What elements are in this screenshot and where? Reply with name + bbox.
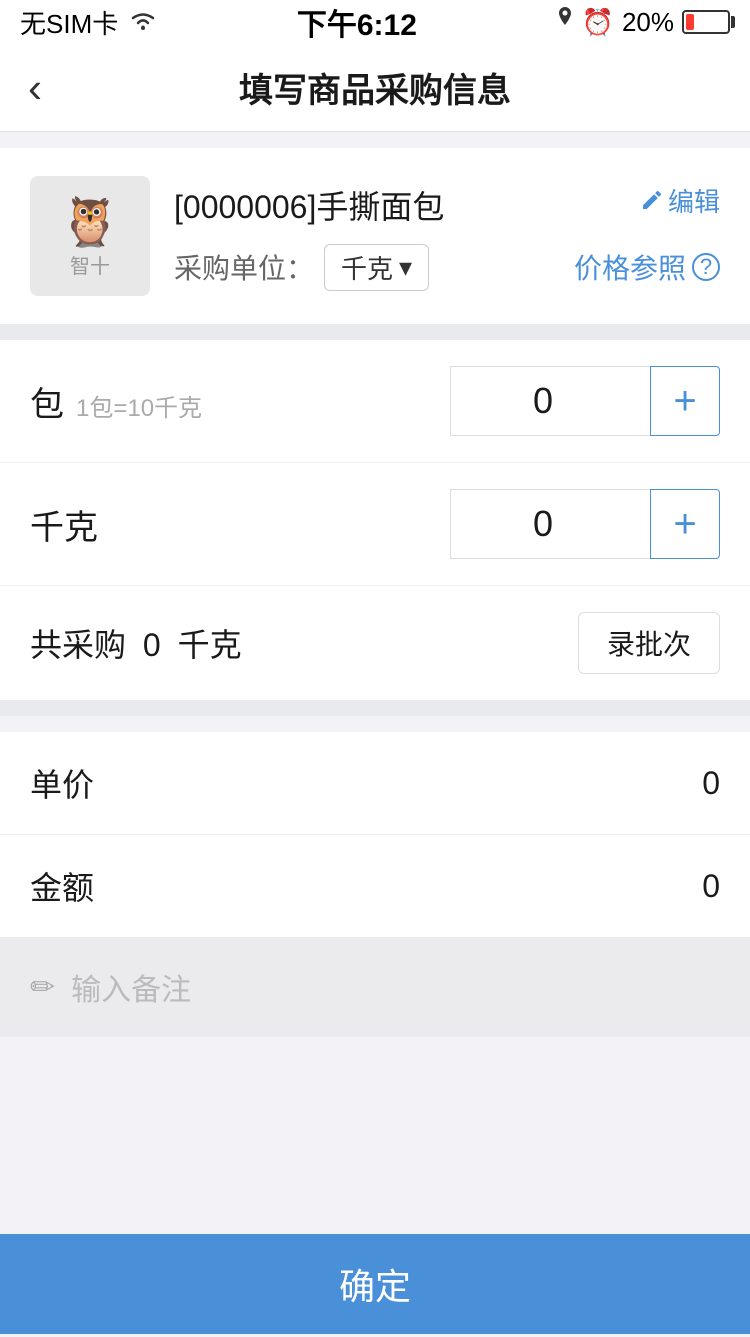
remark-placeholder: 输入备注 [71, 965, 191, 1009]
dropdown-arrow-icon: ▾ [399, 252, 412, 283]
edit-label: 编辑 [668, 182, 720, 219]
pencil-icon: ✏ [30, 970, 55, 1005]
thumb-label: 智十 [60, 250, 120, 279]
unit-selector-group: 采购单位： 千克 ▾ [174, 244, 429, 291]
summary-value: 0 [143, 627, 161, 663]
quantity-row-bao: 包 1包=10千克 + [0, 340, 750, 463]
product-header: [0000006]手撕面包 编辑 [174, 182, 720, 228]
quantity-label-kg: 千克 [30, 500, 98, 549]
product-card: 🦉 智十 [0000006]手撕面包 编辑 采购单位： 千克 [0, 148, 750, 324]
section-divider-2 [0, 700, 750, 716]
main-content: 🦉 智十 [0000006]手撕面包 编辑 采购单位： 千克 [0, 148, 750, 1337]
unit-text-label: 采购单位： [174, 247, 314, 287]
qty-plus-bao[interactable]: + [650, 366, 720, 436]
edit-button[interactable]: 编辑 [640, 182, 720, 219]
remark-section[interactable]: ✏ 输入备注 [0, 937, 750, 1037]
qty-plus-kg[interactable]: + [650, 489, 720, 559]
product-unit-row: 采购单位： 千克 ▾ 价格参照 ? [174, 244, 720, 291]
confirm-label: 确定 [339, 1258, 411, 1310]
help-icon[interactable]: ? [692, 253, 720, 281]
status-right: ⏰ 20% [556, 7, 730, 38]
product-name: [0000006]手撕面包 [174, 182, 444, 228]
status-left: 无SIM卡 [20, 4, 158, 41]
section-divider-1 [0, 324, 750, 340]
unit-bao-sub: 1包=10千克 [76, 388, 202, 423]
qty-input-kg[interactable] [450, 489, 650, 559]
product-thumbnail: 🦉 智十 [30, 176, 150, 296]
alarm-icon: ⏰ [582, 7, 614, 38]
unit-price-value: 0 [702, 765, 720, 802]
quantity-row-kg: 千克 + [0, 463, 750, 586]
unit-price-label: 单价 [30, 760, 94, 806]
page-title: 填写商品采购信息 [239, 63, 511, 112]
qty-input-group-bao: + [450, 366, 720, 436]
carrier-label: 无SIM卡 [20, 4, 118, 41]
price-ref-label: 价格参照 [574, 247, 686, 287]
unit-value: 千克 [341, 249, 393, 286]
battery-label: 20% [622, 7, 674, 38]
back-button[interactable]: ‹ [28, 64, 42, 112]
summary-row: 共采购 0 千克 录批次 [0, 586, 750, 700]
status-bar: 无SIM卡 下午6:12 ⏰ 20% [0, 0, 750, 44]
qty-input-group-kg: + [450, 489, 720, 559]
summary-prefix: 共采购 [30, 627, 126, 663]
price-section: 单价 0 金额 0 [0, 732, 750, 937]
qty-input-bao[interactable] [450, 366, 650, 436]
summary-text: 共采购 0 千克 [30, 620, 242, 666]
quantity-label-bao: 包 1包=10千克 [30, 377, 202, 426]
summary-unit: 千克 [178, 627, 242, 663]
price-row-unit: 单价 0 [0, 732, 750, 835]
status-time: 下午6:12 [297, 0, 417, 44]
unit-dropdown[interactable]: 千克 ▾ [324, 244, 429, 291]
price-ref-button[interactable]: 价格参照 ? [574, 247, 720, 287]
nav-bar: ‹ 填写商品采购信息 [0, 44, 750, 132]
bottom-spacer [0, 1037, 750, 1237]
amount-value: 0 [702, 868, 720, 905]
unit-bao: 包 [30, 377, 64, 426]
owl-icon: 🦉 [60, 193, 120, 250]
battery-icon [682, 10, 730, 34]
product-info: [0000006]手撕面包 编辑 采购单位： 千克 ▾ 价格 [174, 182, 720, 291]
wifi-icon [128, 7, 158, 38]
unit-kg: 千克 [30, 500, 98, 549]
batch-button[interactable]: 录批次 [578, 612, 720, 674]
location-icon [556, 7, 574, 38]
confirm-button[interactable]: 确定 [0, 1234, 750, 1334]
product-thumb-inner: 🦉 智十 [60, 193, 120, 279]
quantity-section: 包 1包=10千克 + 千克 + [0, 340, 750, 586]
price-row-amount: 金额 0 [0, 835, 750, 937]
amount-label: 金额 [30, 863, 94, 909]
